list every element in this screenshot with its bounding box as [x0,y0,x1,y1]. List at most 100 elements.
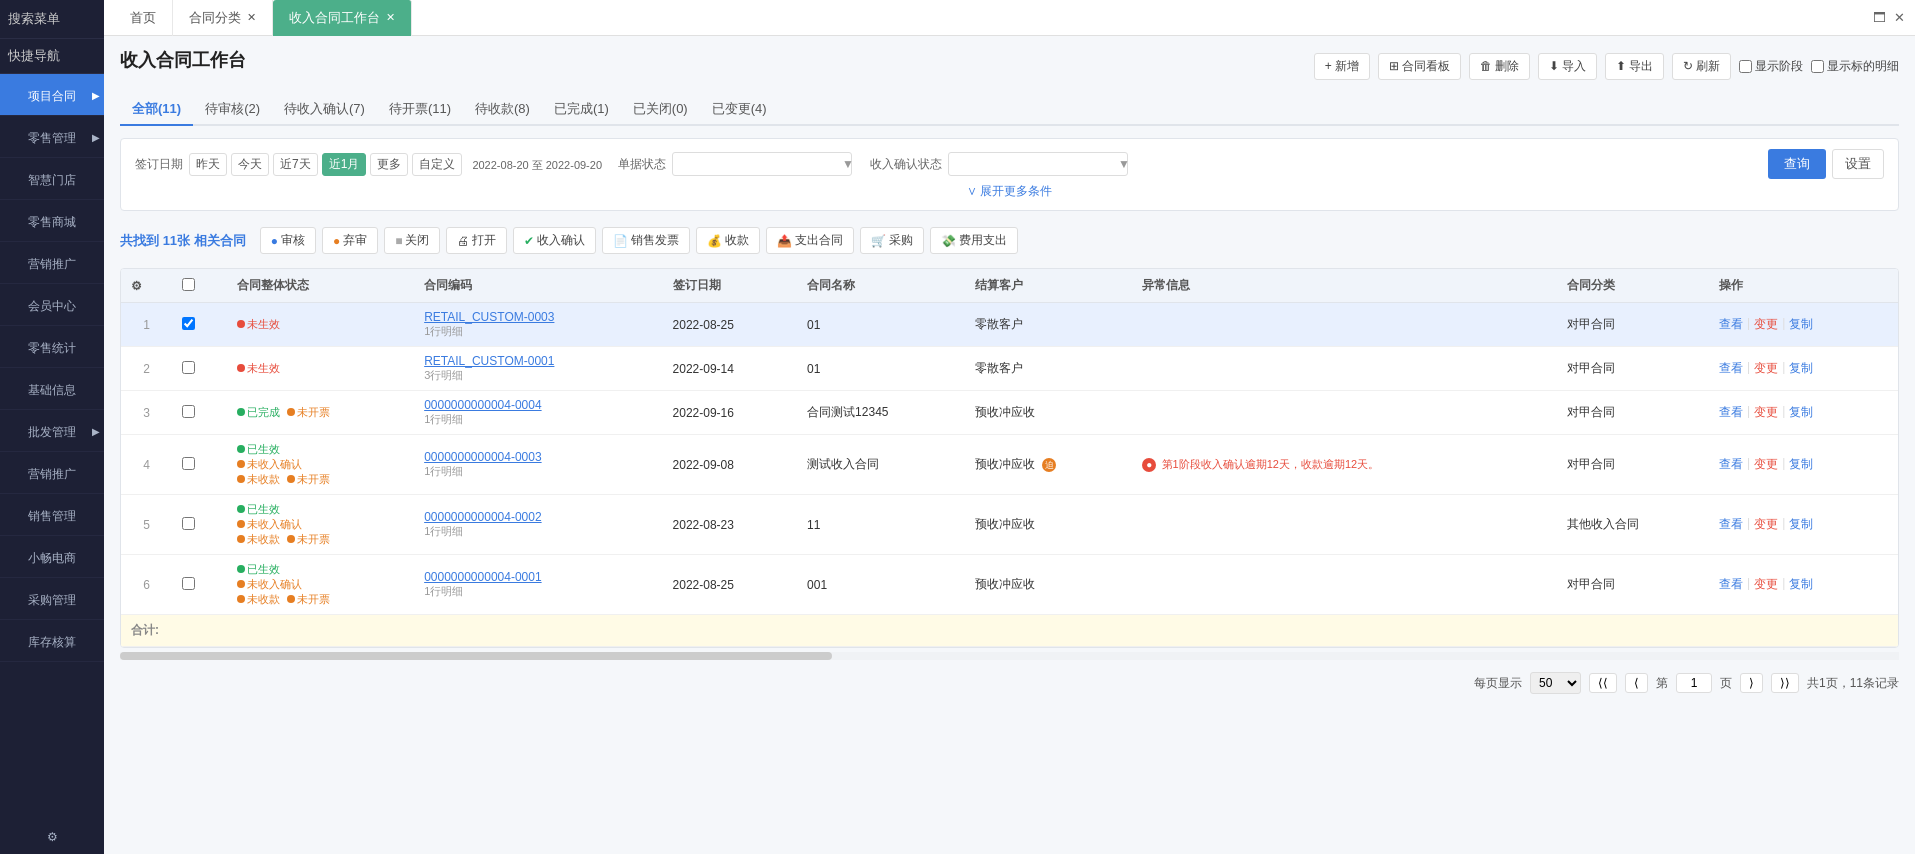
page-input[interactable] [1676,673,1712,693]
row-checkbox[interactable] [172,303,227,347]
next-page-btn[interactable]: ⟩ [1740,673,1763,693]
select-all-checkbox[interactable] [182,278,195,291]
edit-btn[interactable]: 变更 [1754,576,1778,593]
copy-btn[interactable]: 复制 [1789,516,1813,533]
sidebar-item-marketing[interactable]: 营销推广 [0,242,104,284]
row-checkbox[interactable] [172,347,227,391]
sidebar-item-member[interactable]: 会员中心 [0,284,104,326]
code-link[interactable]: RETAIL_CUSTOM-0001 [424,354,554,368]
copy-btn[interactable]: 复制 [1789,404,1813,421]
view-btn[interactable]: 查看 [1719,404,1743,421]
last-page-btn[interactable]: ⟩⟩ [1771,673,1799,693]
tab-close-contract-category[interactable]: ✕ [247,11,256,24]
code-link[interactable]: 0000000000004-0001 [424,570,541,584]
show-detail-label[interactable]: 显示标的明细 [1811,58,1899,75]
date-today[interactable]: 今天 [231,153,269,176]
delete-button[interactable]: 🗑 删除 [1469,53,1530,80]
import-button[interactable]: ⬇ 导入 [1538,53,1597,80]
sidebar-item-xiaochang[interactable]: 小畅电商 [0,536,104,578]
copy-btn[interactable]: 复制 [1789,456,1813,473]
date-yesterday[interactable]: 昨天 [189,153,227,176]
filter-tab-closed[interactable]: 已关闭(0) [621,94,700,126]
sidebar-item-purchase[interactable]: 采购管理 [0,578,104,620]
restore-window-btn[interactable]: 🗖 [1873,10,1886,25]
tab-close-income-contract[interactable]: ✕ [386,11,395,24]
close-contract-btn[interactable]: ■ 关闭 [384,227,440,254]
contract-panel-button[interactable]: ⊞ 合同看板 [1378,53,1461,80]
show-stage-checkbox[interactable] [1739,60,1752,73]
row-checkbox[interactable] [172,555,227,615]
edit-btn[interactable]: 变更 [1754,516,1778,533]
filter-tab-done[interactable]: 已完成(1) [542,94,621,126]
income-confirm-btn[interactable]: ✔ 收入确认 [513,227,596,254]
tab-income-contract[interactable]: 收入合同工作台 ✕ [273,0,412,36]
fee-out-btn[interactable]: 💸 费用支出 [930,227,1018,254]
page-size-select[interactable]: 50 100 200 [1530,672,1581,694]
row-checkbox[interactable] [172,435,227,495]
show-stage-label[interactable]: 显示阶段 [1739,58,1803,75]
row-checkbox[interactable] [172,495,227,555]
scroll-thumb[interactable] [120,652,832,660]
edit-btn[interactable]: 变更 [1754,316,1778,333]
query-button[interactable]: 查询 [1768,149,1826,179]
filter-tab-pending-invoice[interactable]: 待开票(11) [377,94,463,126]
date-more[interactable]: 更多 [370,153,408,176]
sidebar-item-base-info[interactable]: 基础信息 [0,368,104,410]
col-checkbox[interactable] [172,269,227,303]
sidebar-nav[interactable]: 快捷导航 [0,39,104,74]
filter-tab-all[interactable]: 全部(11) [120,94,193,126]
set-button[interactable]: 设置 [1832,149,1884,179]
row-checkbox[interactable] [172,391,227,435]
sidebar-item-retail-stats[interactable]: 零售统计 [0,326,104,368]
code-link[interactable]: 0000000000004-0003 [424,450,541,464]
copy-btn[interactable]: 复制 [1789,360,1813,377]
edit-btn[interactable]: 变更 [1754,404,1778,421]
tab-home[interactable]: 首页 [114,0,173,36]
view-btn[interactable]: 查看 [1719,516,1743,533]
expense-out-btn[interactable]: 📤 支出合同 [766,227,854,254]
edit-btn[interactable]: 变更 [1754,360,1778,377]
code-link[interactable]: 0000000000004-0002 [424,510,541,524]
close-window-btn[interactable]: ✕ [1894,10,1905,25]
document-status-select[interactable] [672,152,852,176]
sidebar-item-wholesale[interactable]: 批发管理 ▶ [0,410,104,452]
filter-tab-pending-confirm[interactable]: 待收入确认(7) [272,94,377,126]
edit-btn[interactable]: 变更 [1754,456,1778,473]
prev-page-btn[interactable]: ⟨ [1625,673,1648,693]
sales-invoice-btn[interactable]: 📄 销售发票 [602,227,690,254]
sidebar-item-marketing2[interactable]: 营销推广 [0,452,104,494]
code-link[interactable]: RETAIL_CUSTOM-0003 [424,310,554,324]
sidebar-item-retail-mall[interactable]: 零售商城 [0,200,104,242]
copy-btn[interactable]: 复制 [1789,576,1813,593]
sidebar-settings[interactable]: ⚙ [0,820,104,854]
collect-btn[interactable]: 💰 收款 [696,227,760,254]
sidebar-search[interactable]: 搜索菜单 [0,0,104,39]
copy-btn[interactable]: 复制 [1789,316,1813,333]
view-btn[interactable]: 查看 [1719,360,1743,377]
filter-tab-pending-collect[interactable]: 待收款(8) [463,94,542,126]
sidebar-item-smart-store[interactable]: 智慧门店 [0,158,104,200]
expand-conditions[interactable]: ∨ 展开更多条件 [135,179,1884,200]
export-button[interactable]: ⬆ 导出 [1605,53,1664,80]
print-btn[interactable]: 🖨 打开 [446,227,507,254]
filter-tab-changed[interactable]: 已变更(4) [700,94,779,126]
sidebar-item-retail[interactable]: 零售管理 ▶ [0,116,104,158]
purchase-btn[interactable]: 🛒 采购 [860,227,924,254]
scroll-track[interactable] [120,652,1899,660]
income-confirm-select[interactable] [948,152,1128,176]
date-7days[interactable]: 近7天 [273,153,318,176]
tab-contract-category[interactable]: 合同分类 ✕ [173,0,273,36]
show-detail-checkbox[interactable] [1811,60,1824,73]
view-btn[interactable]: 查看 [1719,316,1743,333]
code-link[interactable]: 0000000000004-0004 [424,398,541,412]
refresh-button[interactable]: ↻ 刷新 [1672,53,1731,80]
col-settings[interactable]: ⚙ [121,269,172,303]
new-button[interactable]: + 新增 [1314,53,1370,80]
review-btn[interactable]: ● 审核 [260,227,316,254]
view-btn[interactable]: 查看 [1719,576,1743,593]
sidebar-item-inventory[interactable]: 库存核算 [0,620,104,662]
filter-tab-pending-review[interactable]: 待审核(2) [193,94,272,126]
abandon-btn[interactable]: ● 弃审 [322,227,378,254]
first-page-btn[interactable]: ⟨⟨ [1589,673,1617,693]
view-btn[interactable]: 查看 [1719,456,1743,473]
